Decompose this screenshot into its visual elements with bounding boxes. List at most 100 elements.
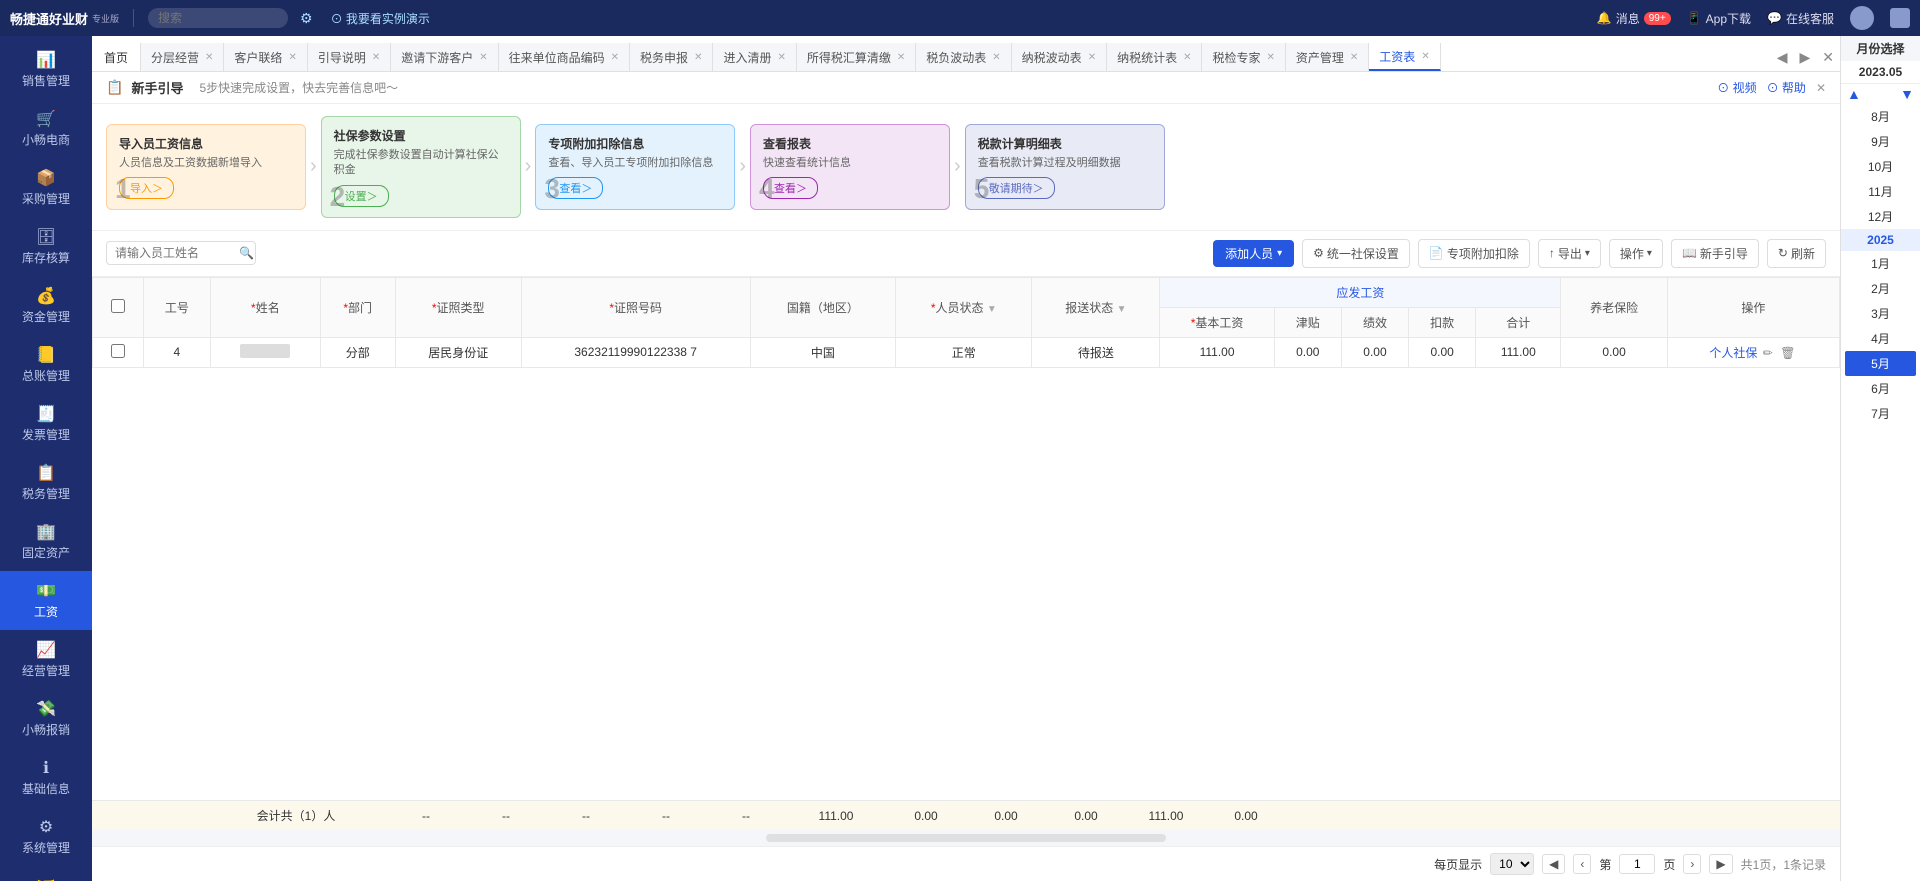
tab-close-tax-burden[interactable]: ✕ — [992, 52, 1000, 63]
sidebar-item-purchase[interactable]: 📦 采购管理 — [0, 158, 92, 217]
month-item-8[interactable]: 8月 — [1841, 104, 1920, 129]
sidebar-item-operations[interactable]: 📈 经营管理 — [0, 630, 92, 689]
top-search-input[interactable] — [148, 8, 288, 28]
operate-btn[interactable]: 操作 ▾ — [1609, 239, 1663, 268]
guide-help-btn[interactable]: ⊙ 帮助 — [1767, 79, 1806, 96]
search-icon[interactable]: 🔍 — [239, 246, 254, 260]
user-avatar[interactable] — [1850, 6, 1874, 30]
sidebar-item-ecommerce[interactable]: 🛒 小畅电商 — [0, 99, 92, 158]
guide-close-btn[interactable]: ✕ — [1816, 81, 1826, 95]
tab-close-tax-stats[interactable]: ✕ — [1183, 52, 1191, 63]
tab-close-customer[interactable]: ✕ — [288, 52, 296, 63]
month-item-9[interactable]: 9月 — [1841, 129, 1920, 154]
tab-clearance[interactable]: 进入清册 ✕ — [713, 43, 796, 71]
demo-btn[interactable]: ⊙ 我要看实例演示 — [331, 10, 430, 27]
sidebar-item-inventory[interactable]: 🗄 库存核算 — [0, 217, 92, 276]
month-item-11[interactable]: 11月 — [1841, 179, 1920, 204]
row-checkbox[interactable] — [111, 344, 125, 358]
tab-salary-table[interactable]: 工资表 ✕ — [1369, 43, 1440, 71]
month-item-7[interactable]: 7月 — [1841, 401, 1920, 426]
add-person-btn[interactable]: 添加人员 ▾ — [1213, 240, 1294, 267]
month-next-btn[interactable]: ▼ — [1900, 86, 1914, 102]
tab-tax-wave[interactable]: 纳税波动表 ✕ — [1012, 43, 1107, 71]
tab-prev-btn[interactable]: ◀ — [1771, 43, 1794, 71]
tab-close-asset-mgmt[interactable]: ✕ — [1350, 52, 1358, 63]
search-input[interactable] — [115, 246, 235, 260]
tab-customer[interactable]: 客户联络 ✕ — [224, 43, 307, 71]
new-guide-btn[interactable]: 📖 新手引导 — [1671, 239, 1759, 268]
guide-video-btn[interactable]: ⊙ 视频 — [1717, 79, 1756, 96]
tab-close-tax-report[interactable]: ✕ — [694, 52, 702, 63]
tab-next-btn[interactable]: ▶ — [1793, 43, 1816, 71]
current-page-input[interactable] — [1619, 854, 1655, 874]
tab-tax-report[interactable]: 税务申报 ✕ — [630, 43, 713, 71]
sidebar-item-invoice[interactable]: 🧾 发票管理 — [0, 394, 92, 453]
prev-page-btn[interactable]: ‹ — [1573, 854, 1591, 874]
month-item-10[interactable]: 10月 — [1841, 154, 1920, 179]
page-size-select[interactable]: 10 20 50 — [1490, 853, 1534, 875]
sidebar-item-collab[interactable]: 🤝 企业协同 — [0, 866, 92, 881]
month-item-1[interactable]: 1月 — [1841, 251, 1920, 276]
tab-close-layered[interactable]: ✕ — [205, 52, 213, 63]
month-item-2[interactable]: 2月 — [1841, 276, 1920, 301]
tab-close-product-code[interactable]: ✕ — [611, 52, 619, 63]
horizontal-scrollbar[interactable] — [766, 834, 1166, 842]
month-item-4[interactable]: 4月 — [1841, 326, 1920, 351]
tab-close-tax-expert[interactable]: ✕ — [1267, 52, 1275, 63]
tab-guide[interactable]: 引导说明 ✕ — [308, 43, 391, 71]
refresh-btn[interactable]: ↻ 刷新 — [1767, 239, 1826, 268]
online-service-btn[interactable]: 💬 在线客服 — [1767, 10, 1834, 27]
social-settings-btn[interactable]: ⚙ 统一社保设置 — [1302, 239, 1410, 268]
tab-income-tax[interactable]: 所得税汇算清缴 ✕ — [797, 43, 916, 71]
month-prev-btn[interactable]: ▲ — [1847, 86, 1861, 102]
last-page-btn[interactable]: ▶ — [1709, 854, 1732, 874]
tab-close-salary-table[interactable]: ✕ — [1421, 51, 1429, 62]
tab-close-tax-wave[interactable]: ✕ — [1088, 52, 1096, 63]
row-action-edit-icon[interactable]: ✏ — [1763, 346, 1773, 360]
month-item-5-active[interactable]: 5月 — [1845, 351, 1916, 376]
step-card-1: 导入员工资信息 人员信息及工资数据新增导入 导入＞ 1 — [106, 124, 306, 210]
tab-layered-ops[interactable]: 分层经营 ✕ — [141, 43, 224, 71]
sidebar-item-finance[interactable]: 💰 资金管理 — [0, 276, 92, 335]
export-btn[interactable]: ↑ 导出 ▾ — [1538, 239, 1601, 268]
sidebar-item-label-invoice: 发票管理 — [22, 426, 70, 443]
row-action-delete-icon[interactable]: 🗑 — [1780, 346, 1795, 360]
tab-tax-expert[interactable]: 税检专家 ✕ — [1202, 43, 1285, 71]
app-download-btn[interactable]: 📱 App下载 — [1687, 10, 1751, 27]
settings-icon[interactable]: ⚙ — [300, 10, 313, 27]
tab-home[interactable]: 首页 — [92, 43, 141, 71]
tab-close-clearance[interactable]: ✕ — [777, 52, 785, 63]
tab-asset-mgmt[interactable]: 资产管理 ✕ — [1286, 43, 1369, 71]
first-page-btn[interactable]: ◀ — [1542, 854, 1565, 874]
status-filter-icon[interactable]: ▼ — [987, 304, 997, 315]
sidebar-item-sales[interactable]: 📊 销售管理 — [0, 40, 92, 99]
sidebar-item-salary[interactable]: 💵 工资 — [0, 571, 92, 630]
month-item-6[interactable]: 6月 — [1841, 376, 1920, 401]
sidebar-item-expense[interactable]: 💸 小畅报销 — [0, 689, 92, 748]
tab-invite[interactable]: 邀请下游客户 ✕ — [391, 43, 498, 71]
message-btn[interactable]: 🔔 消息 99+ — [1597, 10, 1671, 27]
send-status-filter-icon[interactable]: ▼ — [1117, 304, 1127, 315]
row-action-personal-insurance[interactable]: 个人社保 — [1709, 346, 1757, 360]
tab-tax-burden[interactable]: 税负波动表 ✕ — [916, 43, 1011, 71]
th-allowance: 津贴 — [1274, 307, 1341, 337]
next-page-btn[interactable]: › — [1683, 854, 1701, 874]
tab-close-invite[interactable]: ✕ — [479, 52, 487, 63]
footer-deduction-sum: 0.00 — [1046, 809, 1126, 823]
tab-close-guide[interactable]: ✕ — [372, 52, 380, 63]
month-item-3[interactable]: 3月 — [1841, 301, 1920, 326]
sidebar-item-system[interactable]: ⚙ 系统管理 — [0, 807, 92, 866]
tab-close-all-btn[interactable]: ✕ — [1816, 43, 1840, 71]
month-item-12[interactable]: 12月 — [1841, 204, 1920, 229]
sidebar-item-tax[interactable]: 📋 税务管理 — [0, 453, 92, 512]
user-menu-btn[interactable] — [1890, 8, 1910, 28]
special-deduction-btn[interactable]: 📄 专项附加扣除 — [1418, 239, 1530, 268]
sidebar-item-assets[interactable]: 🏢 固定资产 — [0, 512, 92, 571]
tab-tax-stats[interactable]: 纳税统计表 ✕ — [1107, 43, 1202, 71]
tab-product-code[interactable]: 往来单位商品编码 ✕ — [499, 43, 630, 71]
sidebar-item-ledger[interactable]: 📒 总账管理 — [0, 335, 92, 394]
select-all-checkbox[interactable] — [111, 299, 125, 313]
search-input-wrapper[interactable]: 🔍 — [106, 241, 256, 265]
sidebar-item-basic[interactable]: ℹ 基础信息 — [0, 748, 92, 807]
tab-close-income-tax[interactable]: ✕ — [897, 52, 905, 63]
